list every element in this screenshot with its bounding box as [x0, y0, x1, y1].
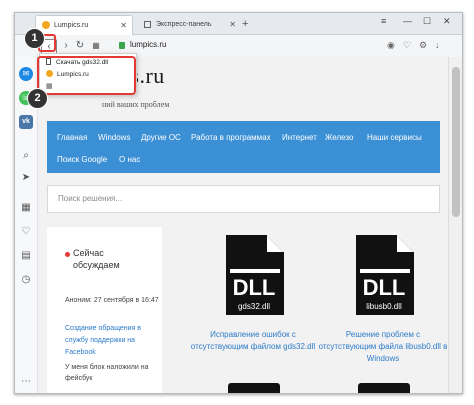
dll-label: DLL: [363, 275, 406, 300]
discussion-heading-line-2: обсуждаем: [73, 260, 120, 270]
search-icon[interactable]: ⌕: [19, 149, 33, 163]
site-tagline: ний ваших проблем: [102, 100, 170, 109]
lumpics-favicon-icon: [42, 21, 50, 29]
discussion-heading: Сейчас обсуждаем: [73, 247, 120, 271]
nav-item-hardware[interactable]: Железо: [325, 133, 353, 142]
download-icon[interactable]: ↓: [435, 40, 440, 50]
article-thumbnail-partial[interactable]: [228, 383, 280, 393]
nav-item-home[interactable]: Главная: [57, 133, 87, 142]
scrollbar[interactable]: [448, 57, 462, 393]
reload-icon[interactable]: ↻: [73, 39, 87, 53]
dropdown-highlight: [37, 56, 136, 95]
nav-item-google-search[interactable]: Поиск Google: [57, 155, 107, 164]
tab-bar: Lumpics.ru ✕ Экспресс-панель ✕ + ≡ — ☐ ✕: [15, 13, 462, 35]
live-dot-icon: [65, 252, 70, 257]
forward-icon[interactable]: ›: [59, 39, 73, 53]
nav-item-programs[interactable]: Работа в программах: [191, 133, 271, 142]
dll-filename: libusb0.dll: [366, 302, 402, 311]
site-search: [47, 185, 440, 213]
comment-text: У меня блок наложили на фейсбук: [65, 364, 149, 382]
tab-title: Экспресс-панель: [156, 21, 212, 28]
dll-label: DLL: [233, 275, 276, 300]
dll-file-icon: DLL libusb0.dll: [356, 235, 414, 315]
more-icon[interactable]: ⋯: [19, 375, 33, 389]
bookmarks-icon[interactable]: ♡: [19, 225, 33, 239]
speed-dial-icon[interactable]: ▦: [19, 201, 33, 215]
settings-icon[interactable]: ⚙: [419, 40, 427, 51]
camera-icon[interactable]: ◉: [387, 40, 395, 51]
heart-icon[interactable]: ♡: [403, 40, 411, 51]
history-icon[interactable]: ◷: [19, 273, 33, 287]
nav-item-services[interactable]: Наши сервисы: [367, 133, 422, 142]
url-text[interactable]: lumpics.ru: [130, 40, 166, 49]
article-thumbnail-partial[interactable]: [358, 383, 410, 393]
news-icon[interactable]: ▤: [19, 249, 33, 263]
step-badge-2: 2: [27, 88, 48, 109]
tab-title: Lumpics.ru: [54, 22, 89, 29]
article-title[interactable]: Исправление ошибок с отсутствующим файло…: [188, 329, 318, 353]
step-badge-1: 1: [24, 28, 45, 49]
site-navigation: Главная Windows Другие ОС Работа в прогр…: [47, 121, 440, 173]
dll-file-icon: DLL gds32.dll: [226, 235, 284, 315]
maximize-icon[interactable]: ☐: [423, 16, 431, 27]
close-window-icon[interactable]: ✕: [443, 16, 451, 27]
nav-item-about[interactable]: О нас: [119, 155, 140, 164]
menu-icon[interactable]: ≡: [381, 16, 386, 26]
messenger-icon[interactable]: ✉: [19, 67, 33, 81]
nav-item-other-os[interactable]: Другие ОС: [141, 133, 181, 142]
vk-icon[interactable]: vk: [19, 115, 33, 129]
new-tab-icon[interactable]: +: [242, 15, 248, 34]
nav-item-windows[interactable]: Windows: [98, 133, 130, 142]
grid-icon: [144, 21, 151, 28]
search-input[interactable]: [56, 193, 360, 204]
express-panel-icon[interactable]: ▦: [89, 39, 103, 53]
minimize-icon[interactable]: —: [403, 16, 412, 26]
comment-meta: Аноним: 27 сентября в 16:47: [65, 297, 159, 304]
tab-express-panel[interactable]: Экспресс-панель ✕: [138, 15, 241, 34]
comment-article-link[interactable]: Создание обращения в службу поддержки на…: [65, 323, 165, 359]
dll-filename: gds32.dll: [238, 302, 270, 311]
tab-lumpics[interactable]: Lumpics.ru ✕: [35, 15, 133, 35]
send-icon[interactable]: ➤: [19, 171, 33, 185]
article-title[interactable]: Решение проблем с отсутствующим файла li…: [318, 329, 448, 365]
discussion-heading-line-1: Сейчас: [73, 248, 104, 258]
discussion-widget: Сейчас обсуждаем Аноним: 27 сентября в 1…: [47, 227, 162, 393]
close-tab-icon[interactable]: ✕: [120, 16, 127, 35]
nav-item-internet[interactable]: Интернет: [282, 133, 317, 142]
web-page: pics.ru ний ваших проблем Главная Window…: [38, 57, 448, 393]
scrollbar-thumb[interactable]: [452, 67, 460, 217]
lock-icon: [119, 42, 125, 49]
close-tab-icon[interactable]: ✕: [229, 15, 236, 34]
